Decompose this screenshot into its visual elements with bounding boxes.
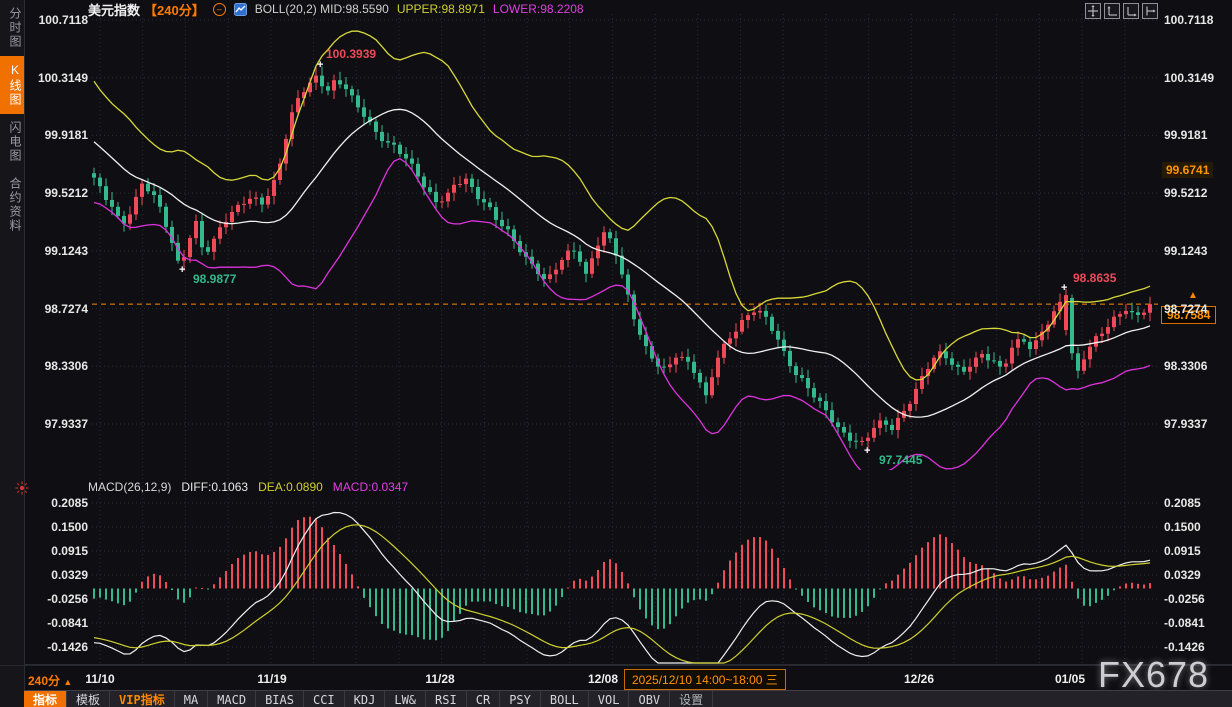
price-axis-right-label: 99.5212 bbox=[1164, 186, 1207, 200]
pan-icon[interactable] bbox=[1085, 3, 1101, 19]
chart-type-sidebar: 分时图K线图闪电图合约资料 bbox=[0, 0, 25, 707]
macd-axis-left-label: -0.0841 bbox=[26, 616, 88, 630]
price-chart-canvas[interactable] bbox=[0, 0, 1232, 707]
toolbar-item-BOLL[interactable]: BOLL bbox=[541, 691, 589, 707]
toolbar-item-VOL[interactable]: VOL bbox=[589, 691, 630, 707]
macd-indicator-label: MACD(26,12,9) bbox=[88, 480, 171, 494]
symbol-title: 美元指数 bbox=[88, 0, 140, 19]
boll-upper-label: UPPER:98.8971 bbox=[397, 2, 485, 16]
y-axis-scale-icon[interactable] bbox=[1104, 3, 1120, 19]
date-tick-label: 11/10 bbox=[85, 672, 114, 686]
price-axis-left-label: 97.9337 bbox=[26, 417, 88, 431]
toolbar-item-MACD[interactable]: MACD bbox=[208, 691, 256, 707]
toolbar-item-CR[interactable]: CR bbox=[467, 691, 500, 707]
toolbar-item-设置[interactable]: 设置 bbox=[670, 691, 713, 707]
toolbar-item-PSY[interactable]: PSY bbox=[500, 691, 541, 707]
price-annotation: 97.7445 bbox=[879, 453, 922, 467]
toolbar-item-MA[interactable]: MA bbox=[175, 691, 208, 707]
price-axis-right-label: 99.9181 bbox=[1164, 128, 1207, 142]
price-axis-left-label: 98.7274 bbox=[26, 302, 88, 316]
extreme-cross-marker: + bbox=[1061, 283, 1067, 294]
trading-app-window: 分时图K线图闪电图合约资料 美元指数 【240分】 – BOLL(20,2) M… bbox=[0, 0, 1232, 707]
price-annotation: 98.9877 bbox=[193, 272, 236, 286]
toolbar-item-CCI[interactable]: CCI bbox=[304, 691, 345, 707]
macd-axis-right-label: -0.0256 bbox=[1164, 592, 1205, 606]
toolbar-item-RSI[interactable]: RSI bbox=[426, 691, 467, 707]
date-tick-label: 12/08 bbox=[588, 672, 618, 686]
period-label[interactable]: 【240分】 bbox=[144, 0, 205, 19]
toolbar-item-KDJ[interactable]: KDJ bbox=[345, 691, 386, 707]
macd-hist-value: MACD:0.0347 bbox=[333, 480, 408, 494]
date-tick-label: 11/28 bbox=[425, 672, 454, 686]
macd-axis-left-label: 0.2085 bbox=[26, 496, 88, 510]
sidebar-item-3[interactable]: 合约资料 bbox=[0, 170, 24, 240]
period-selector[interactable]: 240分 ▲ bbox=[28, 672, 72, 689]
date-tick-label: 11/19 bbox=[257, 672, 286, 686]
price-axis-right-label: 100.7118 bbox=[1164, 13, 1213, 27]
date-tick-label: 12/26 bbox=[904, 672, 934, 686]
price-axis-left-label: 100.7118 bbox=[26, 13, 88, 27]
toolbar-item-VIP指标[interactable]: VIP指标 bbox=[110, 691, 175, 707]
toolbar-item-LW&[interactable]: LW& bbox=[385, 691, 426, 707]
macd-axis-right-label: 0.0329 bbox=[1164, 568, 1201, 582]
price-axis-left-label: 98.3306 bbox=[26, 359, 88, 373]
toolbar-item-BIAS[interactable]: BIAS bbox=[256, 691, 304, 707]
reference-price-badge: 99.6741 bbox=[1162, 162, 1213, 178]
chart-style-icon[interactable] bbox=[234, 3, 247, 16]
macd-diff-value: DIFF:0.1063 bbox=[181, 480, 248, 494]
period-arrow-icon: ▲ bbox=[63, 677, 72, 687]
price-annotation: 98.8635 bbox=[1073, 271, 1116, 285]
macd-axis-right-label: -0.0841 bbox=[1164, 616, 1205, 630]
price-axis-right-label: 98.7274 bbox=[1164, 302, 1207, 316]
toolbar-item-OBV[interactable]: OBV bbox=[629, 691, 670, 707]
macd-axis-right-label: 0.2085 bbox=[1164, 496, 1201, 510]
indicator-toolbar: 指标模板VIP指标MAMACDBIASCCIKDJLW&RSICRPSYBOLL… bbox=[24, 690, 1232, 707]
macd-axis-right-label: 0.0915 bbox=[1164, 544, 1201, 558]
selected-candle-time: 2025/12/10 14:00~18:00 三 bbox=[624, 669, 786, 690]
axis-tool-buttons bbox=[1085, 3, 1158, 19]
macd-axis-left-label: 0.0329 bbox=[26, 568, 88, 582]
macd-axis-left-label: -0.1426 bbox=[26, 640, 88, 654]
price-axis-right-label: 99.1243 bbox=[1164, 244, 1207, 258]
macd-dea-value: DEA:0.0890 bbox=[258, 480, 323, 494]
price-axis-left-label: 99.5212 bbox=[26, 186, 88, 200]
price-axis-left-label: 100.3149 bbox=[26, 71, 88, 85]
macd-header: MACD(26,12,9) DIFF:0.1063 DEA:0.0890 MAC… bbox=[88, 480, 408, 494]
sidebar-item-1[interactable]: K线图 bbox=[0, 56, 24, 114]
macd-axis-right-label: 0.1500 bbox=[1164, 520, 1201, 534]
price-axis-left-label: 99.9181 bbox=[26, 128, 88, 142]
boll-lower-label: LOWER:98.2208 bbox=[493, 2, 584, 16]
remove-indicator-icon[interactable]: – bbox=[213, 3, 226, 16]
extreme-cross-marker: + bbox=[179, 265, 185, 276]
toolbar-item-指标[interactable]: 指标 bbox=[24, 691, 67, 707]
macd-axis-left-label: 0.1500 bbox=[26, 520, 88, 534]
axis-shift-icon[interactable] bbox=[1142, 3, 1158, 19]
sidebar-item-0[interactable]: 分时图 bbox=[0, 0, 24, 56]
price-axis-left-label: 99.1243 bbox=[26, 244, 88, 258]
boll-indicator-label: BOLL(20,2) MID:98.5590 bbox=[255, 2, 389, 16]
price-up-arrow-icon: ▲ bbox=[1188, 291, 1198, 301]
date-tick-label: 01/05 bbox=[1055, 672, 1085, 686]
indicator-marker-icon[interactable] bbox=[15, 481, 29, 495]
price-annotation: 100.3939 bbox=[326, 47, 376, 61]
extreme-cross-marker: + bbox=[317, 60, 323, 71]
extreme-cross-marker: + bbox=[864, 446, 870, 457]
macd-axis-right-label: -0.1426 bbox=[1164, 640, 1205, 654]
macd-axis-left-label: -0.0256 bbox=[26, 592, 88, 606]
x-axis-scale-icon[interactable] bbox=[1123, 3, 1139, 19]
price-axis-right-label: 98.3306 bbox=[1164, 359, 1207, 373]
price-axis-right-label: 97.9337 bbox=[1164, 417, 1207, 431]
price-axis-right-label: 100.3149 bbox=[1164, 71, 1214, 85]
toolbar-item-模板[interactable]: 模板 bbox=[67, 691, 110, 707]
chart-header: 美元指数 【240分】 – BOLL(20,2) MID:98.5590 UPP… bbox=[88, 1, 584, 17]
sidebar-item-2[interactable]: 闪电图 bbox=[0, 114, 24, 170]
macd-axis-left-label: 0.0915 bbox=[26, 544, 88, 558]
